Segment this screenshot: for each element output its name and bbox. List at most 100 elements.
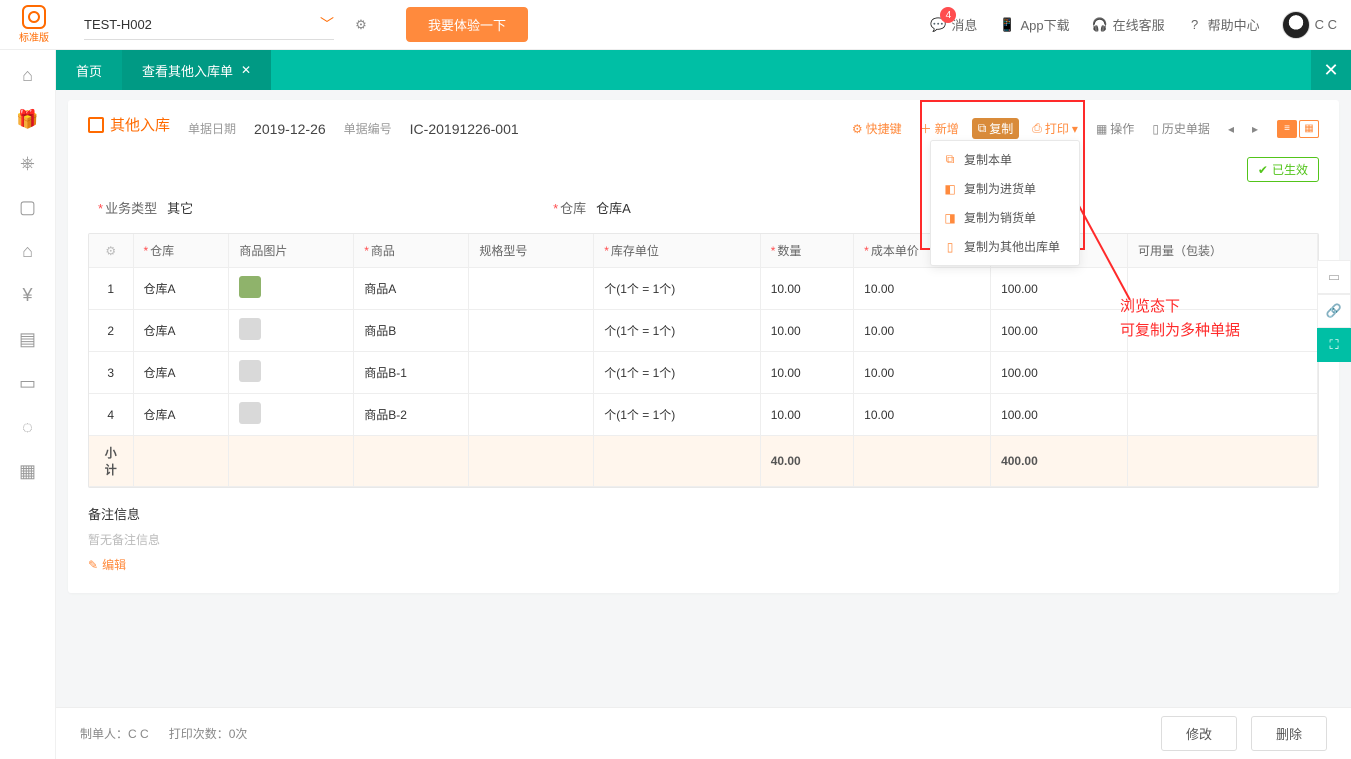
- table-row[interactable]: 2仓库A商品B个(1个 = 1个)10.0010.00100.00: [89, 310, 1318, 352]
- row-index: 4: [89, 394, 133, 436]
- cell-amount: 100.00: [991, 310, 1128, 352]
- col-warehouse: *仓库: [133, 234, 229, 268]
- doc-date-label: 单据日期: [188, 120, 236, 137]
- help-center-link[interactable]: ? 帮助中心: [1187, 15, 1260, 34]
- nav-gift-icon[interactable]: 🎁: [17, 108, 39, 130]
- nav-new-icon[interactable]: ▦: [17, 460, 39, 482]
- cell-warehouse: 仓库A: [133, 394, 229, 436]
- status-badge: ✔ 已生效: [1247, 157, 1319, 182]
- copy-to-sales[interactable]: ◨复制为销货单: [931, 203, 1079, 232]
- cell-warehouse: 仓库A: [133, 352, 229, 394]
- modify-button[interactable]: 修改: [1161, 716, 1237, 751]
- app-download-link[interactable]: 📱 App下载: [999, 15, 1069, 34]
- doc-icon: ▯: [943, 240, 957, 254]
- logo-icon: [22, 5, 46, 29]
- right-float-tools: ▭ 🔗 ⛶: [1317, 260, 1351, 362]
- delete-button[interactable]: 删除: [1251, 716, 1327, 751]
- edit-remark-link[interactable]: ✎ 编辑: [88, 556, 126, 573]
- operate-button[interactable]: ▦操作: [1091, 118, 1139, 139]
- messages-link[interactable]: 💬 消息 4: [930, 15, 977, 34]
- table-row[interactable]: 4仓库A商品B-2个(1个 = 1个)10.0010.00100.00: [89, 394, 1318, 436]
- table-row[interactable]: 1仓库A商品A个(1个 = 1个)10.0010.00100.00: [89, 268, 1318, 310]
- remark-empty: 暂无备注信息: [88, 531, 1319, 548]
- cell-spec: [469, 268, 594, 310]
- nav-bag-icon[interactable]: ▢: [17, 196, 39, 218]
- page-section-tab[interactable]: 其他入库: [88, 114, 170, 143]
- list-view-toggle[interactable]: ≡: [1277, 120, 1297, 138]
- online-service-link[interactable]: 🎧 在线客服: [1092, 15, 1165, 34]
- add-button[interactable]: ＋新增: [915, 118, 964, 139]
- cell-unit: 个(1个 = 1个): [594, 352, 760, 394]
- nav-home-icon[interactable]: ⌂: [17, 64, 39, 86]
- float-tool-1[interactable]: ▭: [1317, 260, 1351, 294]
- cell-product: 商品B: [354, 310, 469, 352]
- company-name: TEST-H002: [84, 17, 152, 32]
- cell-available: [1127, 268, 1317, 310]
- print-count-info: 打印次数：0次: [169, 725, 248, 742]
- warehouse-field: *仓库 仓库A: [553, 198, 631, 217]
- doc-no-value: IC-20191226-001: [410, 121, 519, 137]
- float-tool-expand[interactable]: ⛶: [1317, 328, 1351, 362]
- nav-home2-icon[interactable]: ⌂: [17, 240, 39, 262]
- app-logo[interactable]: 标准版: [14, 5, 54, 44]
- col-product: *商品: [354, 234, 469, 268]
- float-tool-link[interactable]: 🔗: [1317, 294, 1351, 328]
- company-selector[interactable]: TEST-H002 ﹀: [84, 10, 334, 40]
- tab-view-other-inbound[interactable]: 查看其他入库单 ✕: [122, 50, 271, 90]
- user-menu[interactable]: C C: [1282, 11, 1337, 39]
- copy-to-other-outbound[interactable]: ▯复制为其他出库单: [931, 232, 1079, 261]
- prev-button[interactable]: ◂: [1223, 120, 1239, 138]
- table-row[interactable]: 3仓库A商品B-1个(1个 = 1个)10.0010.00100.00: [89, 352, 1318, 394]
- cell-product: 商品B-1: [354, 352, 469, 394]
- cell-available: [1127, 310, 1317, 352]
- headset-icon: 🎧: [1092, 17, 1108, 33]
- nav-loading-icon[interactable]: ◌: [17, 416, 39, 438]
- nav-clipboard-icon[interactable]: ▤: [17, 328, 39, 350]
- copy-icon: ⧉: [943, 153, 957, 167]
- cell-image: [229, 268, 354, 310]
- close-all-tabs-button[interactable]: ✕: [1311, 50, 1351, 90]
- cell-image: [229, 394, 354, 436]
- col-available: 可用量（包装）: [1127, 234, 1317, 268]
- grid-icon: ▦: [1096, 122, 1107, 136]
- product-image-icon: [239, 276, 261, 298]
- cell-available: [1127, 394, 1317, 436]
- cell-product: 商品B-2: [354, 394, 469, 436]
- shortcut-button[interactable]: ⚙快捷键: [847, 118, 907, 139]
- nav-house-icon[interactable]: ⎈: [17, 152, 39, 174]
- nav-money-icon[interactable]: ¥: [17, 284, 39, 306]
- next-button[interactable]: ▸: [1247, 120, 1263, 138]
- cell-price: 10.00: [854, 268, 991, 310]
- chevron-down-icon: ﹀: [320, 14, 334, 34]
- avatar-icon: [1282, 11, 1310, 39]
- col-qty: *数量: [760, 234, 853, 268]
- product-image-icon: [239, 402, 261, 424]
- cell-amount: 100.00: [991, 268, 1128, 310]
- tab-home[interactable]: 首页: [56, 50, 122, 90]
- grid-view-toggle[interactable]: ▦: [1299, 120, 1319, 138]
- items-table: ⚙ *仓库 商品图片 *商品 规格型号 *库存单位 *数量 *成本单价 *成本金…: [88, 233, 1319, 488]
- cell-image: [229, 352, 354, 394]
- close-icon[interactable]: ✕: [241, 63, 251, 77]
- row-index: 2: [89, 310, 133, 352]
- copy-dropdown: ⧉复制本单 ◧复制为进货单 ◨复制为销货单 ▯复制为其他出库单: [930, 140, 1080, 266]
- col-spec: 规格型号: [469, 234, 594, 268]
- inbound-icon: [88, 117, 104, 133]
- nav-id-icon[interactable]: ▭: [17, 372, 39, 394]
- subtotal-label: 小计: [89, 436, 133, 487]
- chevron-down-icon: ▾: [1072, 122, 1078, 136]
- edit-icon: ✎: [88, 558, 98, 572]
- settings-gear-button[interactable]: ⚙: [346, 10, 376, 40]
- cell-unit: 个(1个 = 1个): [594, 394, 760, 436]
- help-icon: ?: [1187, 17, 1203, 33]
- doc-no-label: 单据编号: [344, 120, 392, 137]
- try-now-button[interactable]: 我要体验一下: [406, 7, 528, 42]
- print-button[interactable]: ⎙打印▾: [1027, 118, 1083, 139]
- copy-to-purchase[interactable]: ◧复制为进货单: [931, 174, 1079, 203]
- copy-this-doc[interactable]: ⧉复制本单: [931, 145, 1079, 174]
- copy-button[interactable]: ⧉复制: [972, 118, 1020, 139]
- subtotal-qty: 40.00: [760, 436, 853, 487]
- row-index: 3: [89, 352, 133, 394]
- history-button[interactable]: ▯历史单据: [1147, 118, 1215, 139]
- column-settings[interactable]: ⚙: [89, 234, 133, 268]
